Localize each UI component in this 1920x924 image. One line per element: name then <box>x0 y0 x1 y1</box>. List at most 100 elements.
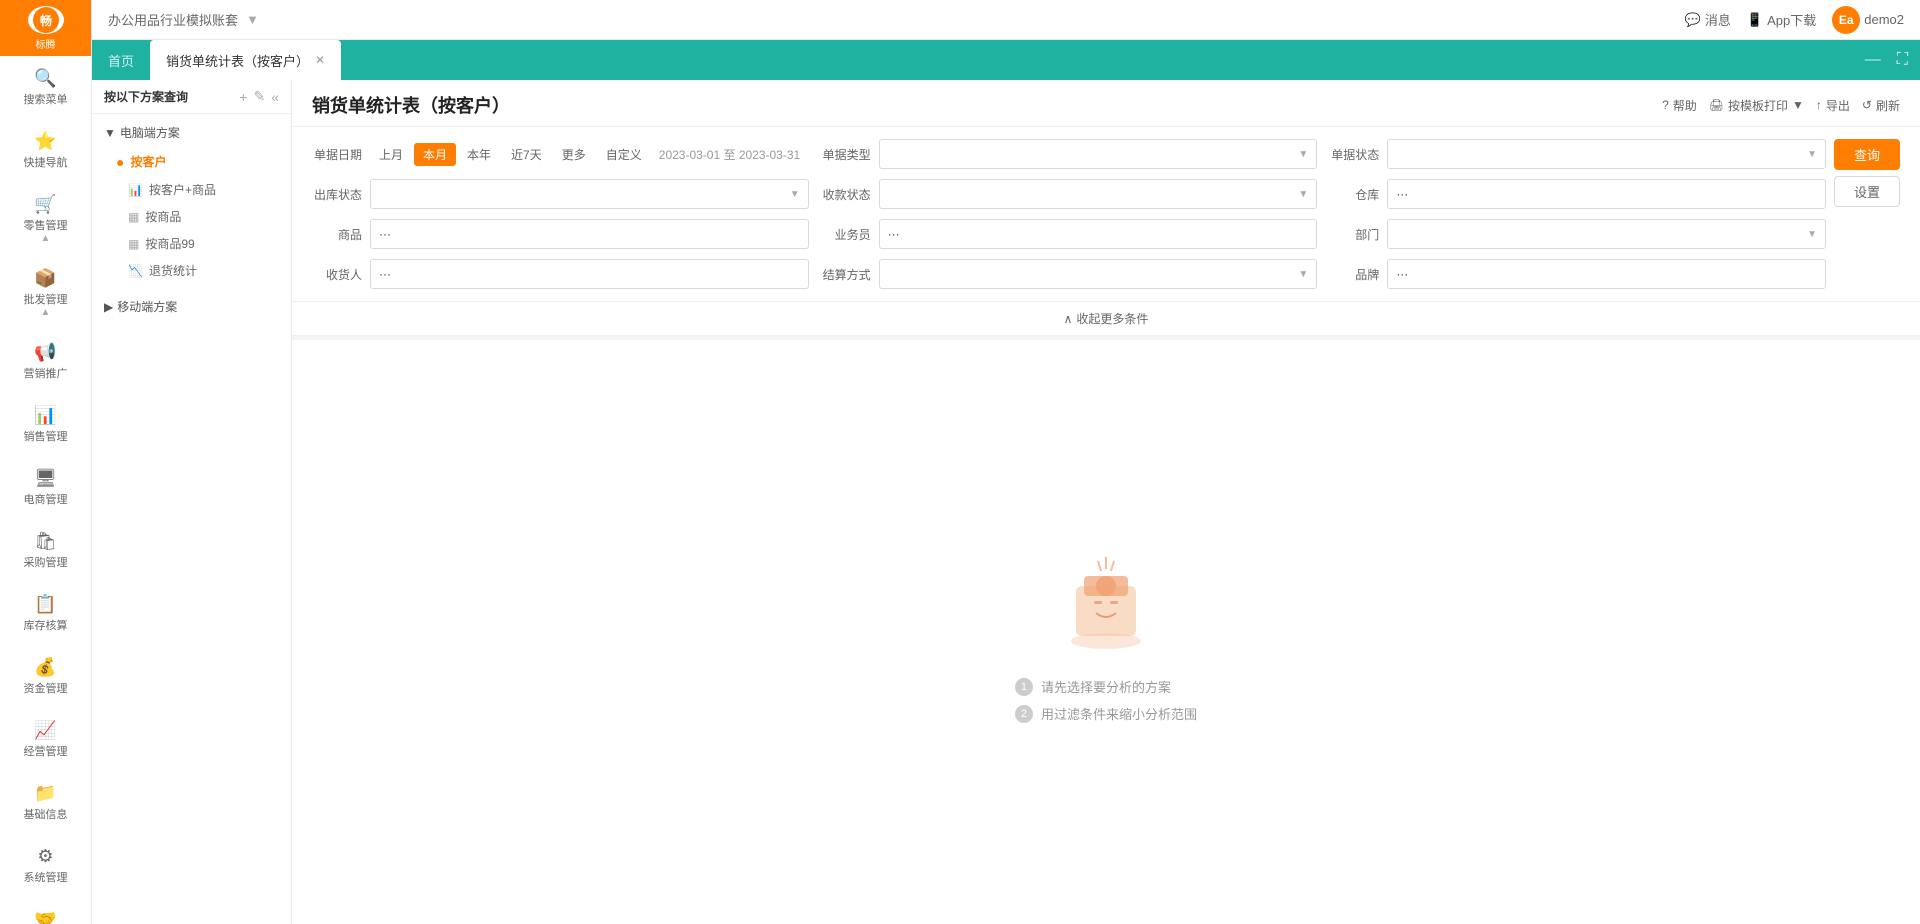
dept-field: 部门 ▼ <box>1329 219 1826 249</box>
sidebar-item-ecom-mgmt[interactable]: 🖥 电商管理 <box>0 456 91 519</box>
minimize-btn[interactable]: — <box>1861 47 1885 73</box>
main-area: 办公用品行业模拟账套 ▼ 💬 消息 📱 App下载 Ea demo2 首页 <box>92 0 1920 924</box>
sidebar-item-marketing[interactable]: 📢 营销推广 <box>0 330 91 393</box>
sidebar-item-retail-mgmt[interactable]: 🛒 零售管理 ▲ <box>0 182 91 256</box>
date-btn-last-month[interactable]: 上月 <box>370 143 412 166</box>
logo-icon: 畅 <box>28 6 64 34</box>
refresh-icon: ↺ <box>1862 98 1872 112</box>
sidebar-item-inventory[interactable]: 📋 库存核算 <box>0 582 91 645</box>
receiver-value: ··· <box>379 267 391 281</box>
sidebar-item-purchase-mgmt[interactable]: 🛍 采购管理 <box>0 519 91 582</box>
export-label: 导出 <box>1826 97 1850 114</box>
product-field: 商品 ··· <box>312 219 809 249</box>
template-print-btn[interactable]: 🖨 按模板打印 ▼ <box>1709 97 1804 114</box>
salesperson-select[interactable]: ··· <box>879 219 1318 249</box>
sidebar-item-label: 采购管理 <box>24 554 68 570</box>
chevron-up-icon: ∧ <box>1064 312 1073 326</box>
mobile-scheme-group-header[interactable]: ▶ 移动端方案 <box>92 292 291 321</box>
warehouse-label: 仓库 <box>1329 186 1379 203</box>
corp-collab-icon: 🤝 <box>34 909 56 924</box>
bar-chart-icon: 📉 <box>128 264 143 278</box>
collapse-bar[interactable]: ∧ 收起更多条件 <box>292 302 1920 336</box>
scheme-item-by-customer-product[interactable]: 📊 按客户+商品 <box>92 176 291 203</box>
sidebar-item-label: 资金管理 <box>24 680 68 696</box>
date-btn-this-year[interactable]: 本年 <box>458 143 500 166</box>
sys-mgmt-icon: ⚙ <box>37 846 53 867</box>
payment-method-select[interactable]: ▼ <box>879 259 1318 289</box>
sidebar-item-corp-collab[interactable]: 🤝 企业协同 <box>0 897 91 924</box>
pc-scheme-group: ▼ 电脑端方案 ● 按客户 📊 按客户+商品 ▦ 按商品 ▦ 按商品99 <box>92 114 291 288</box>
sidebar-item-search-menu[interactable]: 🔍 搜索菜单 <box>0 56 91 119</box>
empty-tip-1: 1 请先选择要分析的方案 <box>1015 677 1197 696</box>
scheme-item-by-product-99[interactable]: ▦ 按商品99 <box>92 230 291 257</box>
warehouse-select[interactable]: ··· <box>1387 179 1826 209</box>
collapse-label: 收起更多条件 <box>1076 310 1148 327</box>
sidebar-item-biz-mgmt[interactable]: 📈 经营管理 <box>0 708 91 771</box>
date-btn-last-7days[interactable]: 近7天 <box>502 143 551 166</box>
export-btn[interactable]: ↑ 导出 <box>1816 97 1850 114</box>
collapse-panel-btn[interactable]: « <box>271 89 279 105</box>
date-btn-this-month[interactable]: 本月 <box>414 143 456 166</box>
dept-select[interactable]: ▼ <box>1387 219 1826 249</box>
date-filter-group: 上月 本月 本年 近7天 更多 自定义 2023-03-01 至 2023-03… <box>370 143 809 166</box>
sidebar-item-sys-mgmt[interactable]: ⚙ 系统管理 <box>0 834 91 897</box>
receipt-status-select[interactable]: ▼ <box>879 179 1318 209</box>
industry-dropdown-icon[interactable]: ▼ <box>246 12 259 27</box>
receiver-select[interactable]: ··· <box>370 259 809 289</box>
salesperson-value: ··· <box>888 227 900 241</box>
out-status-select[interactable]: ▼ <box>370 179 809 209</box>
left-panel-title: 按以下方案查询 <box>104 88 188 105</box>
sidebar-item-quick-nav[interactable]: ⭐ 快捷导航 <box>0 119 91 182</box>
filter-row-1: 单据日期 上月 本月 本年 近7天 更多 自定义 20 <box>312 139 1826 169</box>
edit-scheme-btn[interactable]: ✎ <box>253 88 265 105</box>
mobile-scheme-group: ▶ 移动端方案 <box>92 288 291 325</box>
query-button[interactable]: 查询 <box>1834 139 1900 170</box>
sidebar-item-finance-mgmt[interactable]: 💰 资金管理 <box>0 645 91 708</box>
pc-scheme-group-header[interactable]: ▼ 电脑端方案 <box>92 118 291 147</box>
order-type-select[interactable]: ▼ <box>879 139 1318 169</box>
scheme-item-return-stat[interactable]: 📉 退货统计 <box>92 257 291 284</box>
message-btn[interactable]: 💬 消息 <box>1685 10 1731 29</box>
brand-select[interactable]: ··· <box>1387 259 1826 289</box>
sidebar-item-label: 电商管理 <box>24 491 68 507</box>
sidebar-item-basic-info[interactable]: 📁 基础信息 <box>0 771 91 834</box>
order-status-select[interactable]: ▼ <box>1387 139 1826 169</box>
scheme-item-by-product[interactable]: ▦ 按商品 <box>92 203 291 230</box>
out-status-field: 出库状态 ▼ <box>312 179 809 209</box>
date-btn-custom[interactable]: 自定义 <box>597 143 651 166</box>
filter-row-4: 收货人 ··· 结算方式 ▼ <box>312 259 1826 289</box>
sales-mgmt-icon: 📊 <box>34 405 56 426</box>
page-title: 销货单统计表（按客户） <box>312 92 510 118</box>
sidebar-item-label: 零售管理 <box>24 217 68 233</box>
app-download-icon: 📱 <box>1747 12 1763 28</box>
receiver-label: 收货人 <box>312 266 362 283</box>
help-label: 帮助 <box>1673 97 1697 114</box>
svg-text:畅: 畅 <box>39 13 51 28</box>
date-btn-more[interactable]: 更多 <box>553 143 595 166</box>
tip-text-1: 请先选择要分析的方案 <box>1041 677 1171 696</box>
scheme-item-by-customer[interactable]: ● 按客户 <box>92 147 291 176</box>
refresh-btn[interactable]: ↺ 刷新 <box>1862 97 1900 114</box>
tab-sales-stat[interactable]: 销货单统计表（按客户） ✕ <box>150 40 341 80</box>
sidebar-item-sales-mgmt[interactable]: 📊 销售管理 <box>0 393 91 456</box>
sidebar-item-label: 库存核算 <box>24 617 68 633</box>
add-scheme-btn[interactable]: + <box>239 89 247 105</box>
tab-home[interactable]: 首页 <box>92 40 150 80</box>
product-select[interactable]: ··· <box>370 219 809 249</box>
app-download-btn[interactable]: 📱 App下载 <box>1747 10 1816 29</box>
tabbar: 首页 销货单统计表（按客户） ✕ — ⛶ <box>92 40 1920 80</box>
tip-text-2: 用过滤条件来缩小分析范围 <box>1041 704 1197 723</box>
help-btn[interactable]: ? 帮助 <box>1662 97 1697 114</box>
maximize-btn[interactable]: ⛶ <box>1893 47 1912 73</box>
app-download-label: App下载 <box>1767 10 1816 29</box>
basic-info-icon: 📁 <box>34 783 56 804</box>
tip-num-1: 1 <box>1015 678 1033 696</box>
refresh-label: 刷新 <box>1876 97 1900 114</box>
tab-close-icon[interactable]: ✕ <box>315 53 325 67</box>
settings-button[interactable]: 设置 <box>1834 176 1900 207</box>
sidebar-item-wholesale-mgmt[interactable]: 📦 批发管理 ▲ <box>0 256 91 330</box>
order-status-field: 单据状态 ▼ <box>1329 139 1826 169</box>
date-type-btns: 上月 本月 本年 近7天 更多 自定义 <box>370 143 651 166</box>
salesperson-label: 业务员 <box>821 226 871 243</box>
user-area[interactable]: Ea demo2 <box>1832 6 1904 34</box>
